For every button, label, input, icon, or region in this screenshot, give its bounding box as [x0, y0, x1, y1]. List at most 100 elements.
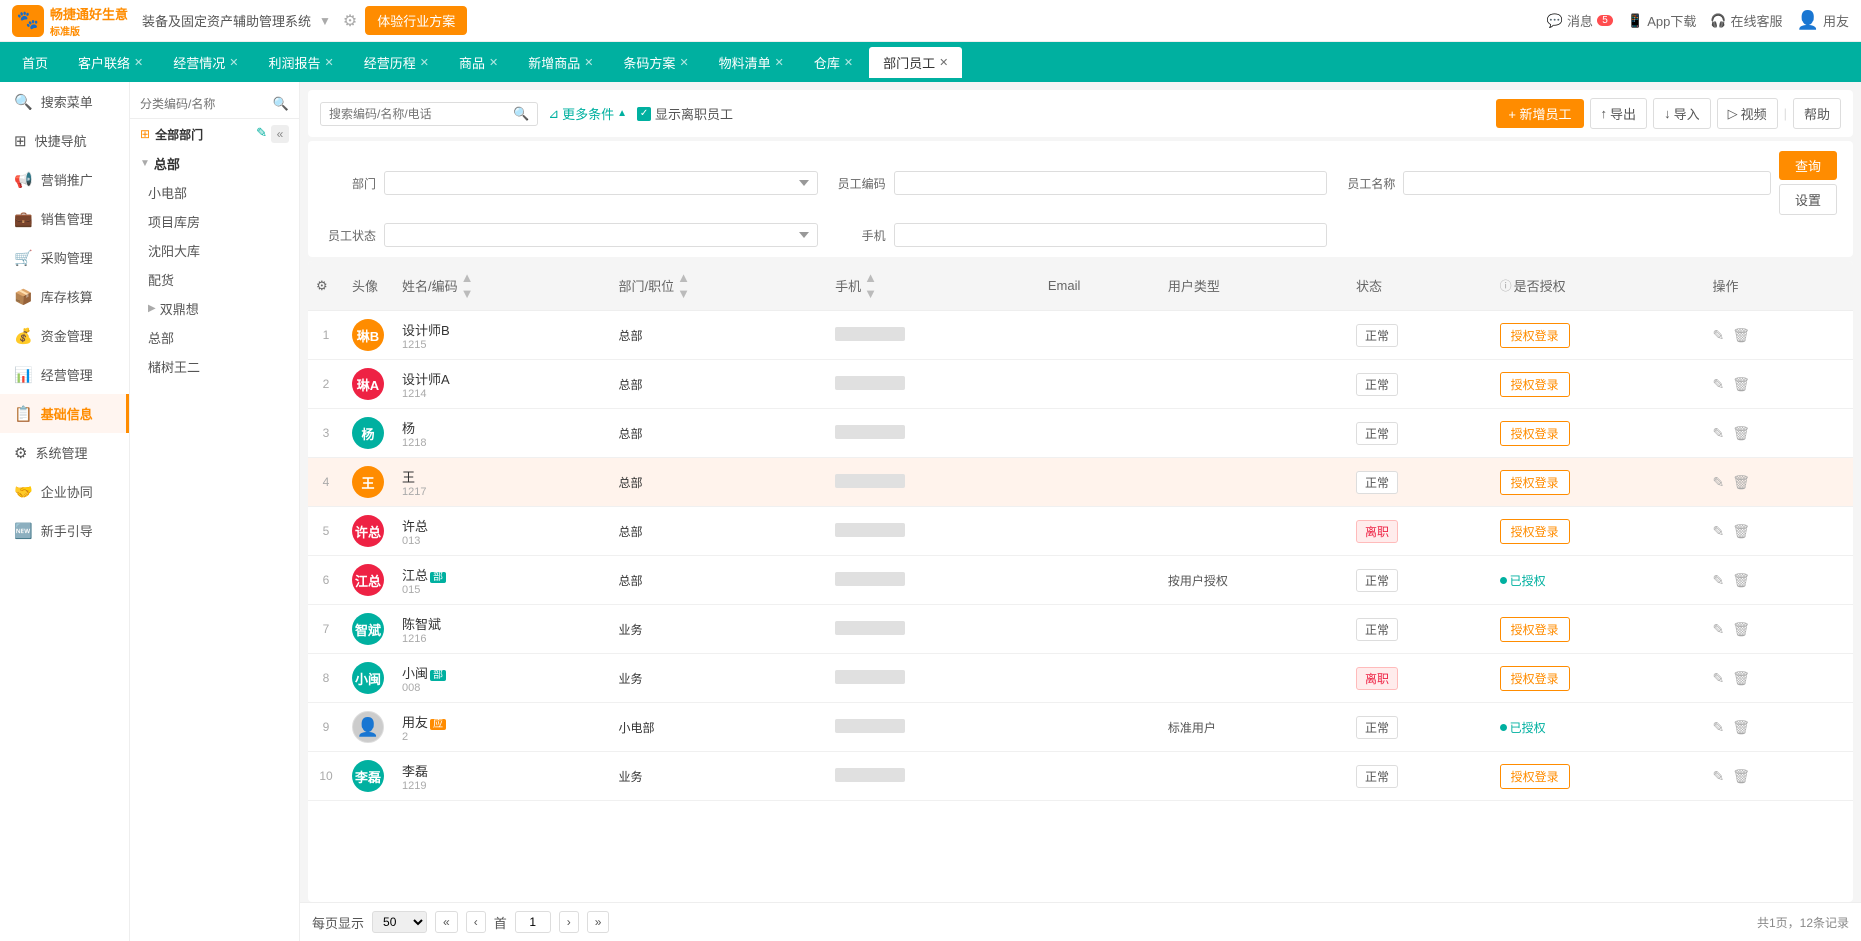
edit-icon[interactable]: ✎: [1712, 621, 1724, 638]
auth-login-btn[interactable]: 授权登录: [1500, 470, 1570, 495]
delete-icon[interactable]: 🗑: [1732, 327, 1750, 344]
add-emp-btn[interactable]: + 新增员工: [1496, 99, 1583, 128]
dept-node-xiaodian[interactable]: 小电部: [130, 178, 299, 207]
delete-icon[interactable]: 🗑: [1732, 768, 1750, 785]
dept-filter-select[interactable]: [384, 171, 818, 195]
tab-history[interactable]: 经营历程 ✕: [350, 47, 443, 78]
help-btn[interactable]: 帮助: [1793, 98, 1841, 129]
tab-customer[interactable]: 客户联络 ✕: [64, 47, 157, 78]
close-goods-icon[interactable]: ✕: [489, 56, 498, 69]
import-btn[interactable]: ↓ 导入: [1653, 98, 1711, 129]
edit-icon[interactable]: ✎: [1712, 670, 1724, 687]
sidebar-item-system[interactable]: ⚙ 系统管理: [0, 433, 129, 472]
dept-collapse-btn[interactable]: «: [271, 125, 289, 143]
dept-search-input[interactable]: [140, 97, 269, 111]
edit-icon[interactable]: ✎: [1712, 523, 1724, 540]
delete-icon[interactable]: 🗑: [1732, 719, 1750, 736]
view-btn[interactable]: ▷ 视频: [1717, 98, 1778, 129]
close-history-icon[interactable]: ✕: [420, 56, 429, 69]
dept-sort-icon[interactable]: ▲▼: [677, 270, 690, 301]
sidebar-item-finance[interactable]: 💰 资金管理: [0, 316, 129, 355]
delete-icon[interactable]: 🗑: [1732, 474, 1750, 491]
set-btn[interactable]: 设置: [1779, 184, 1837, 215]
sidebar-item-guide[interactable]: 🆕 新手引导: [0, 511, 129, 550]
settings-gear-icon[interactable]: ⚙: [343, 11, 357, 31]
dept-node-zb2[interactable]: 总部: [130, 323, 299, 352]
col-phone[interactable]: 手机 ▲▼: [827, 261, 1040, 311]
trial-btn[interactable]: 体验行业方案: [365, 6, 467, 35]
delete-icon[interactable]: 🗑: [1732, 670, 1750, 687]
close-profit-icon[interactable]: ✕: [325, 56, 334, 69]
last-page-btn[interactable]: »: [587, 911, 610, 933]
app-download-btn[interactable]: 📱 App下载: [1627, 11, 1696, 30]
edit-icon[interactable]: ✎: [1712, 719, 1724, 736]
emp-status-filter-select[interactable]: [384, 223, 818, 247]
close-operation-icon[interactable]: ✕: [229, 56, 238, 69]
tab-goods[interactable]: 商品 ✕: [445, 47, 512, 78]
edit-icon[interactable]: ✎: [1712, 768, 1724, 785]
sidebar-item-purchase[interactable]: 🛒 采购管理: [0, 238, 129, 277]
col-dept-position[interactable]: 部门/职位 ▲▼: [611, 261, 828, 311]
query-btn[interactable]: 查询: [1779, 151, 1837, 180]
dept-node-peihuo[interactable]: 配货: [130, 265, 299, 294]
sidebar-item-search[interactable]: 🔍 搜索菜单: [0, 82, 129, 121]
page-input[interactable]: [515, 911, 551, 933]
next-page-btn[interactable]: ›: [559, 911, 579, 933]
sidebar-item-operation[interactable]: 📊 经营管理: [0, 355, 129, 394]
close-customer-icon[interactable]: ✕: [134, 56, 143, 69]
tab-barcode[interactable]: 条码方案 ✕: [609, 47, 702, 78]
delete-icon[interactable]: 🗑: [1732, 376, 1750, 393]
dept-all-header[interactable]: ⊞ 全部部门 ✎ «: [130, 119, 299, 149]
dept-node-projroom[interactable]: 项目库房: [130, 207, 299, 236]
dept-node-shuangding[interactable]: ▶ 双鼎想: [130, 294, 299, 323]
auth-login-btn[interactable]: 授权登录: [1500, 764, 1570, 789]
col-name-code[interactable]: 姓名/编码 ▲▼: [394, 261, 611, 311]
sidebar-item-cooperation[interactable]: 🤝 企业协同: [0, 472, 129, 511]
dept-search-icon[interactable]: 🔍: [273, 96, 289, 112]
close-bom-icon[interactable]: ✕: [775, 56, 784, 69]
tab-operation-status[interactable]: 经营情况 ✕: [159, 47, 252, 78]
auth-login-btn[interactable]: 授权登录: [1500, 617, 1570, 642]
delete-icon[interactable]: 🗑: [1732, 523, 1750, 540]
prev-page-btn[interactable]: ‹: [466, 911, 486, 933]
tab-profit[interactable]: 利润报告 ✕: [254, 47, 347, 78]
close-dept-emp-icon[interactable]: ✕: [939, 56, 948, 69]
phone-input[interactable]: [894, 223, 1328, 247]
auth-login-btn[interactable]: 授权登录: [1500, 421, 1570, 446]
per-page-select[interactable]: 50 100: [372, 911, 427, 933]
export-btn[interactable]: ↑ 导出: [1590, 98, 1648, 129]
table-settings-icon[interactable]: ⚙: [316, 278, 328, 293]
close-warehouse-icon[interactable]: ✕: [844, 56, 853, 69]
col-settings[interactable]: ⚙: [308, 261, 344, 311]
edit-icon[interactable]: ✎: [1712, 376, 1724, 393]
emp-search-icon[interactable]: 🔍: [513, 106, 529, 122]
emp-name-input[interactable]: [1403, 171, 1771, 195]
online-service-btn[interactable]: 🎧 在线客服: [1710, 11, 1782, 30]
auth-login-btn[interactable]: 授权登录: [1500, 666, 1570, 691]
system-dropdown-icon[interactable]: ▼: [319, 14, 331, 28]
delete-icon[interactable]: 🗑: [1732, 425, 1750, 442]
edit-icon[interactable]: ✎: [1712, 474, 1724, 491]
close-add-goods-icon[interactable]: ✕: [584, 56, 593, 69]
message-btn[interactable]: 💬 消息 5: [1547, 11, 1613, 30]
sidebar-item-inventory[interactable]: 📦 库存核算: [0, 277, 129, 316]
show-resigned-checkbox[interactable]: ✓: [637, 107, 651, 121]
phone-sort-icon[interactable]: ▲▼: [864, 270, 877, 301]
dept-node-puerwang[interactable]: 槠树王二: [130, 352, 299, 381]
delete-icon[interactable]: 🗑: [1732, 572, 1750, 589]
name-sort-icon[interactable]: ▲▼: [461, 270, 474, 301]
edit-icon[interactable]: ✎: [1712, 572, 1724, 589]
tab-warehouse[interactable]: 仓库 ✕: [800, 47, 867, 78]
more-cond-btn[interactable]: ⊿ 更多条件 ▲: [548, 104, 627, 123]
emp-search-input[interactable]: [329, 107, 509, 121]
dept-edit-icon[interactable]: ✎: [256, 125, 267, 143]
auth-login-btn[interactable]: 授权登录: [1500, 372, 1570, 397]
dept-node-zongbu[interactable]: ▼ 总部: [130, 149, 299, 178]
auth-login-btn[interactable]: 授权登录: [1500, 323, 1570, 348]
tab-home[interactable]: 首页: [8, 47, 62, 78]
sidebar-item-marketing[interactable]: 📢 营销推广: [0, 160, 129, 199]
sidebar-item-sales[interactable]: 💼 销售管理: [0, 199, 129, 238]
tab-add-goods[interactable]: 新增商品 ✕: [514, 47, 607, 78]
tab-bom[interactable]: 物料清单 ✕: [705, 47, 798, 78]
edit-icon[interactable]: ✎: [1712, 327, 1724, 344]
